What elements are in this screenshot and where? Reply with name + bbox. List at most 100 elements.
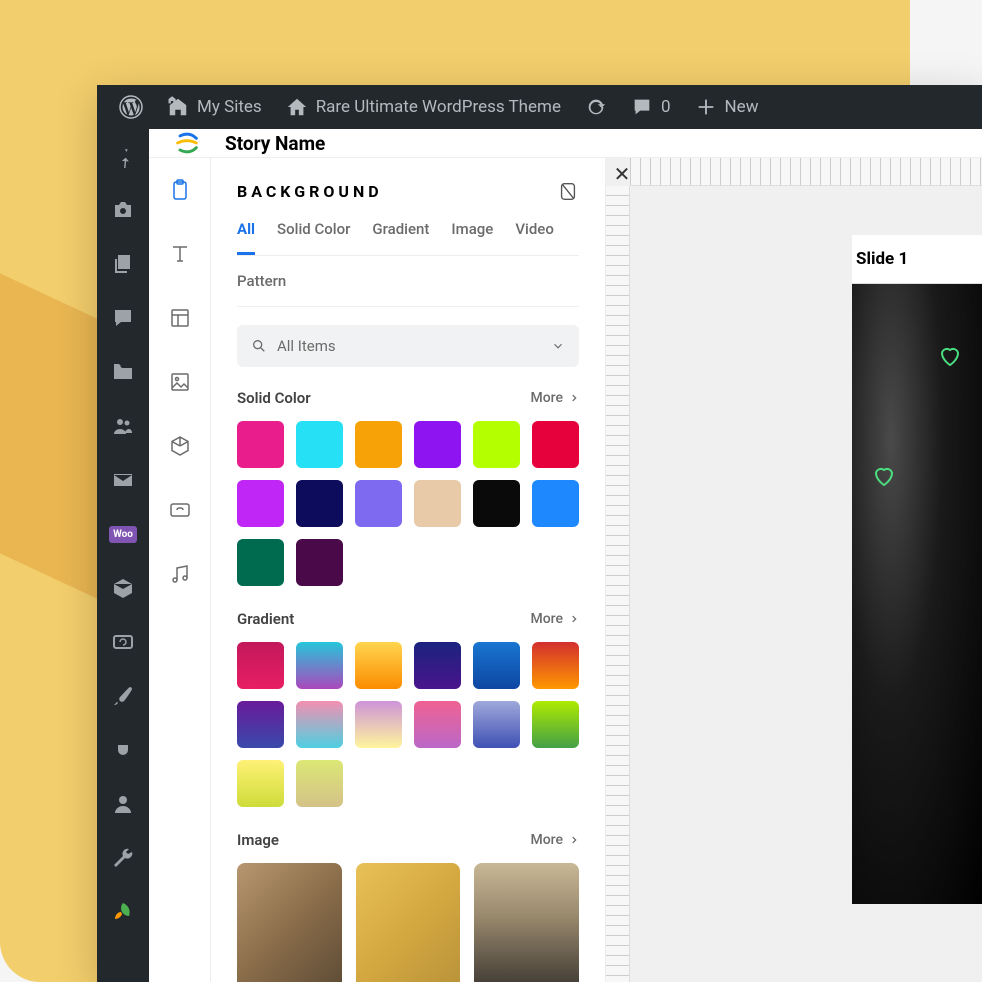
- gradient-swatch[interactable]: [237, 642, 284, 689]
- tab-image[interactable]: Image: [451, 220, 493, 255]
- color-swatch[interactable]: [355, 480, 402, 527]
- tool-layout[interactable]: [166, 304, 194, 332]
- folder-icon: [111, 360, 135, 384]
- sidebar-item-appearance[interactable]: [110, 683, 136, 709]
- tab-pattern[interactable]: Pattern: [237, 272, 579, 290]
- sidebar-item-pin[interactable]: [110, 143, 136, 169]
- more-gradient-button[interactable]: More: [530, 611, 579, 627]
- site-name-menu[interactable]: Rare Ultimate WordPress Theme: [276, 85, 571, 129]
- sidebar-item-pages[interactable]: [110, 251, 136, 277]
- sidebar-item-woo[interactable]: Woo: [110, 521, 136, 547]
- gradient-swatch[interactable]: [296, 701, 343, 748]
- tab-gradient[interactable]: Gradient: [372, 220, 429, 255]
- gradient-swatch[interactable]: [296, 642, 343, 689]
- gradient-swatch[interactable]: [473, 701, 520, 748]
- close-panel-button[interactable]: ✕: [612, 164, 632, 184]
- sidebar-item-users[interactable]: [110, 413, 136, 439]
- chevron-down-icon: [551, 339, 565, 353]
- wp-adminbar: My Sites Rare Ultimate WordPress Theme 0…: [97, 85, 982, 129]
- color-swatch[interactable]: [296, 421, 343, 468]
- gradient-swatch[interactable]: [532, 701, 579, 748]
- gradient-swatch[interactable]: [296, 760, 343, 807]
- more-label: More: [530, 390, 563, 406]
- story-title[interactable]: Story Name: [225, 132, 325, 155]
- gradient-swatch[interactable]: [237, 760, 284, 807]
- tool-rail: [149, 158, 211, 982]
- color-swatch[interactable]: [237, 421, 284, 468]
- image-thumbnail[interactable]: [356, 863, 461, 982]
- sidebar-item-user[interactable]: [110, 791, 136, 817]
- stack-icon: [111, 252, 135, 276]
- more-image-button[interactable]: More: [530, 832, 579, 848]
- gradient-swatch[interactable]: [473, 642, 520, 689]
- tool-3d[interactable]: [166, 432, 194, 460]
- tab-all[interactable]: All: [237, 220, 255, 255]
- image-thumbnail[interactable]: [237, 863, 342, 982]
- tool-audio[interactable]: [166, 560, 194, 588]
- section-title-solid: Solid Color: [237, 389, 311, 407]
- slide-preview[interactable]: [852, 284, 982, 904]
- text-icon: [168, 242, 192, 266]
- tool-embed[interactable]: [166, 496, 194, 524]
- sidebar-item-link[interactable]: [110, 629, 136, 655]
- gradient-swatch[interactable]: [532, 642, 579, 689]
- section-title-gradient: Gradient: [237, 610, 294, 628]
- new-content-menu[interactable]: New: [685, 85, 769, 129]
- sidebar-item-mail[interactable]: [110, 467, 136, 493]
- gradient-swatch[interactable]: [355, 642, 402, 689]
- sidebar-item-last[interactable]: [110, 899, 136, 925]
- color-swatch[interactable]: [296, 539, 343, 586]
- slide-label[interactable]: Slide 1: [852, 235, 982, 284]
- my-sites-menu[interactable]: My Sites: [157, 85, 272, 129]
- gradient-swatch[interactable]: [355, 701, 402, 748]
- ruler-horizontal: [630, 158, 982, 186]
- search-all-items[interactable]: All Items: [237, 325, 579, 367]
- color-swatch[interactable]: [296, 480, 343, 527]
- comments-menu[interactable]: 0: [621, 85, 681, 129]
- gradient-swatch[interactable]: [237, 701, 284, 748]
- sidebar-item-plugins[interactable]: [110, 737, 136, 763]
- home-icon: [286, 96, 308, 118]
- chevron-right-icon: [569, 393, 579, 403]
- refresh-icon: [585, 96, 607, 118]
- color-swatch[interactable]: [237, 539, 284, 586]
- sidebar-item-media[interactable]: [110, 197, 136, 223]
- color-swatch[interactable]: [355, 421, 402, 468]
- color-swatch[interactable]: [473, 480, 520, 527]
- color-swatch[interactable]: [473, 421, 520, 468]
- tab-video[interactable]: Video: [515, 220, 554, 255]
- sidebar-item-products[interactable]: [110, 575, 136, 601]
- sidebar-item-folder[interactable]: [110, 359, 136, 385]
- color-swatch[interactable]: [532, 421, 579, 468]
- wp-logo-menu[interactable]: [109, 85, 153, 129]
- updates-menu[interactable]: [575, 85, 617, 129]
- color-swatch[interactable]: [532, 480, 579, 527]
- gradient-grid: [237, 642, 579, 807]
- color-swatch[interactable]: [414, 421, 461, 468]
- chevron-right-icon: [569, 835, 579, 845]
- gradient-swatch[interactable]: [414, 701, 461, 748]
- tool-text[interactable]: [166, 240, 194, 268]
- search-placeholder: All Items: [277, 337, 336, 355]
- gradient-swatch[interactable]: [414, 642, 461, 689]
- mail-icon: [111, 468, 135, 492]
- tab-solid-color[interactable]: Solid Color: [277, 220, 350, 255]
- panel-tabs: All Solid Color Gradient Image Video: [237, 220, 579, 256]
- sites-icon: [167, 96, 189, 118]
- tool-image[interactable]: [166, 368, 194, 396]
- comments-count: 0: [661, 97, 671, 117]
- more-solid-button[interactable]: More: [530, 390, 579, 406]
- no-background-icon[interactable]: [557, 180, 579, 202]
- my-sites-label: My Sites: [197, 97, 262, 117]
- music-icon: [168, 562, 192, 586]
- sidebar-item-comments[interactable]: [110, 305, 136, 331]
- sidebar-item-tools[interactable]: [110, 845, 136, 871]
- woo-badge: Woo: [109, 526, 137, 543]
- clipboard-icon: [168, 178, 192, 202]
- link-box-icon: [111, 630, 135, 654]
- color-swatch[interactable]: [414, 480, 461, 527]
- image-thumbnail[interactable]: [474, 863, 579, 982]
- plug-icon: [111, 738, 135, 762]
- color-swatch[interactable]: [237, 480, 284, 527]
- tool-background[interactable]: [166, 176, 194, 204]
